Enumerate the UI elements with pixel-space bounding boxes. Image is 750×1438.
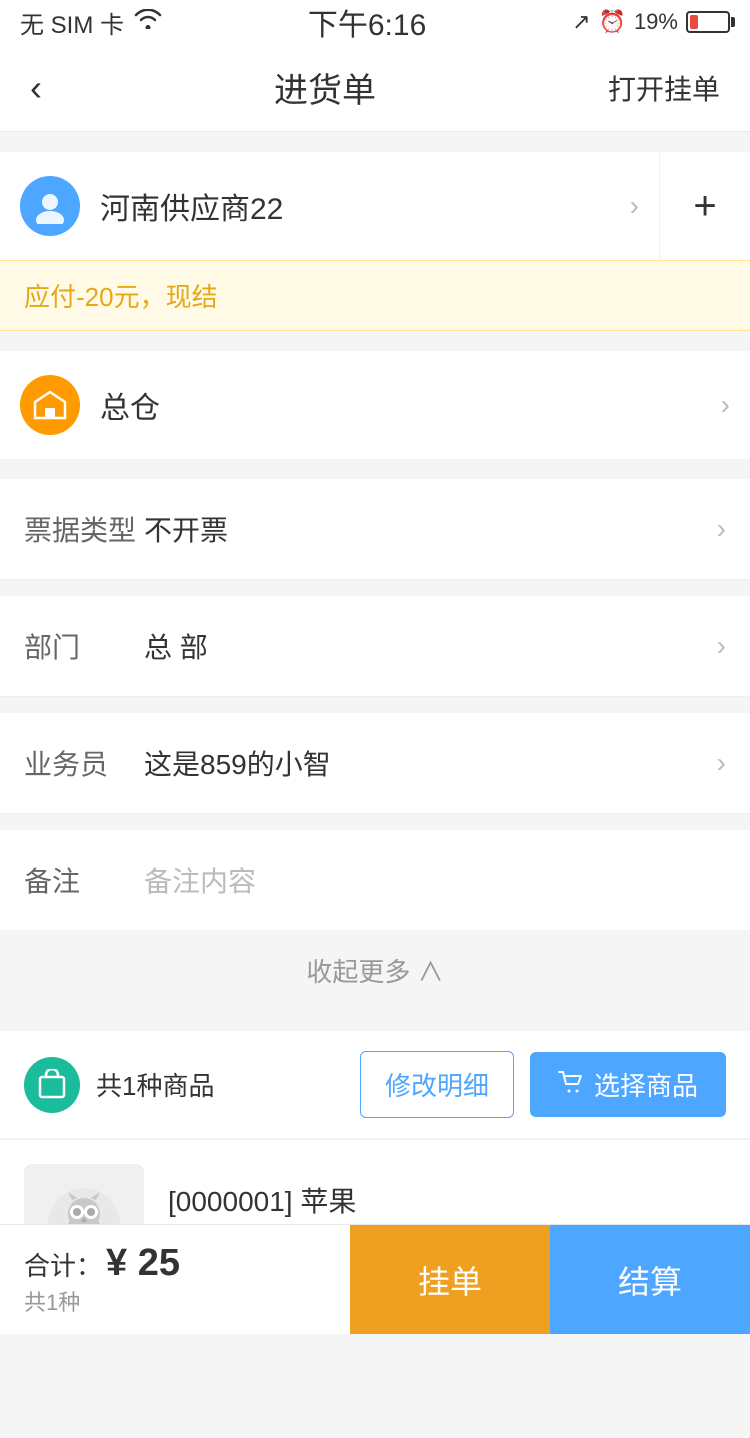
department-value: 总 部 bbox=[144, 626, 717, 666]
gap-4 bbox=[0, 1011, 750, 1031]
form-row-salesperson[interactable]: 业务员 这是859的小智 › bbox=[0, 713, 750, 814]
total-label: 合计： bbox=[24, 1246, 102, 1283]
department-chevron-icon: › bbox=[717, 630, 726, 662]
salesperson-label: 业务员 bbox=[24, 743, 144, 783]
location-icon: ↗ bbox=[572, 9, 590, 35]
invoice-chevron-icon: › bbox=[717, 513, 726, 545]
alarm-icon: ⏰ bbox=[599, 9, 626, 35]
supplier-chevron-icon: › bbox=[630, 190, 639, 222]
form-row-remark[interactable]: 备注 备注内容 bbox=[0, 830, 750, 930]
form-row-department[interactable]: 部门 总 部 › bbox=[0, 596, 750, 697]
bottom-bar: 合计： ¥ 25 共1种 挂单 结算 bbox=[0, 1224, 750, 1334]
form-section: 票据类型 不开票 › 部门 总 部 › 业务员 这是859的小智 › 备注 备注… bbox=[0, 479, 750, 930]
nav-bar: ‹ 进货单 打开挂单 bbox=[0, 44, 750, 132]
remark-placeholder: 备注内容 bbox=[144, 860, 726, 900]
thin-divider bbox=[0, 1138, 750, 1139]
products-icon bbox=[24, 1057, 80, 1113]
supplier-name: 河南供应商22 bbox=[100, 184, 630, 228]
warehouse-name: 总仓 bbox=[100, 383, 721, 427]
wifi-icon bbox=[134, 8, 162, 36]
checkout-button[interactable]: 结算 bbox=[550, 1225, 750, 1334]
battery-icon bbox=[686, 11, 730, 33]
battery-percent: 19% bbox=[634, 9, 678, 35]
invoice-value: 不开票 bbox=[144, 509, 717, 549]
warehouse-icon bbox=[20, 375, 80, 435]
total-sub: 共1种 bbox=[24, 1285, 326, 1317]
cart-icon bbox=[558, 1069, 584, 1100]
invoice-label: 票据类型 bbox=[24, 509, 144, 549]
back-button[interactable]: ‹ bbox=[30, 67, 42, 109]
warehouse-section[interactable]: 总仓 › bbox=[0, 351, 750, 459]
divider-1 bbox=[0, 580, 750, 596]
carrier-text: 无 SIM 卡 bbox=[20, 5, 124, 40]
total-amount: ¥ 25 bbox=[106, 1242, 180, 1285]
status-left: 无 SIM 卡 bbox=[20, 5, 162, 40]
divider-3 bbox=[0, 814, 750, 830]
hang-order-button[interactable]: 挂单 bbox=[350, 1225, 550, 1334]
products-header: 共1种商品 修改明细 选择商品 bbox=[0, 1031, 750, 1138]
products-count: 共1种商品 bbox=[96, 1066, 360, 1103]
time-display: 下午6:16 bbox=[308, 0, 426, 44]
status-right: ↗ ⏰ 19% bbox=[572, 9, 730, 35]
total-section: 合计： ¥ 25 共1种 bbox=[0, 1225, 350, 1334]
gap-1 bbox=[0, 132, 750, 152]
status-bar: 无 SIM 卡 下午6:16 ↗ ⏰ 19% bbox=[0, 0, 750, 44]
add-supplier-button[interactable]: + bbox=[660, 152, 750, 260]
salesperson-value: 这是859的小智 bbox=[144, 743, 717, 783]
gap-3 bbox=[0, 459, 750, 479]
supplier-avatar bbox=[20, 176, 80, 236]
open-hang-button[interactable]: 打开挂单 bbox=[608, 68, 720, 108]
warehouse-chevron-icon: › bbox=[721, 389, 730, 421]
select-product-button[interactable]: 选择商品 bbox=[530, 1052, 726, 1117]
select-product-label: 选择商品 bbox=[594, 1066, 698, 1103]
supplier-main[interactable]: 河南供应商22 › bbox=[0, 152, 660, 260]
gap-2 bbox=[0, 331, 750, 351]
product-name: [0000001] 苹果 bbox=[168, 1180, 670, 1220]
collapse-button[interactable]: 收起更多 ∧ bbox=[0, 930, 750, 1011]
divider-2 bbox=[0, 697, 750, 713]
department-label: 部门 bbox=[24, 626, 144, 666]
remark-label: 备注 bbox=[24, 860, 144, 900]
supplier-section: 河南供应商22 › + bbox=[0, 152, 750, 260]
edit-detail-button[interactable]: 修改明细 bbox=[360, 1051, 514, 1118]
page-title: 进货单 bbox=[274, 63, 376, 112]
notice-bar: 应付-20元，现结 bbox=[0, 260, 750, 331]
salesperson-chevron-icon: › bbox=[717, 747, 726, 779]
form-row-invoice[interactable]: 票据类型 不开票 › bbox=[0, 479, 750, 580]
